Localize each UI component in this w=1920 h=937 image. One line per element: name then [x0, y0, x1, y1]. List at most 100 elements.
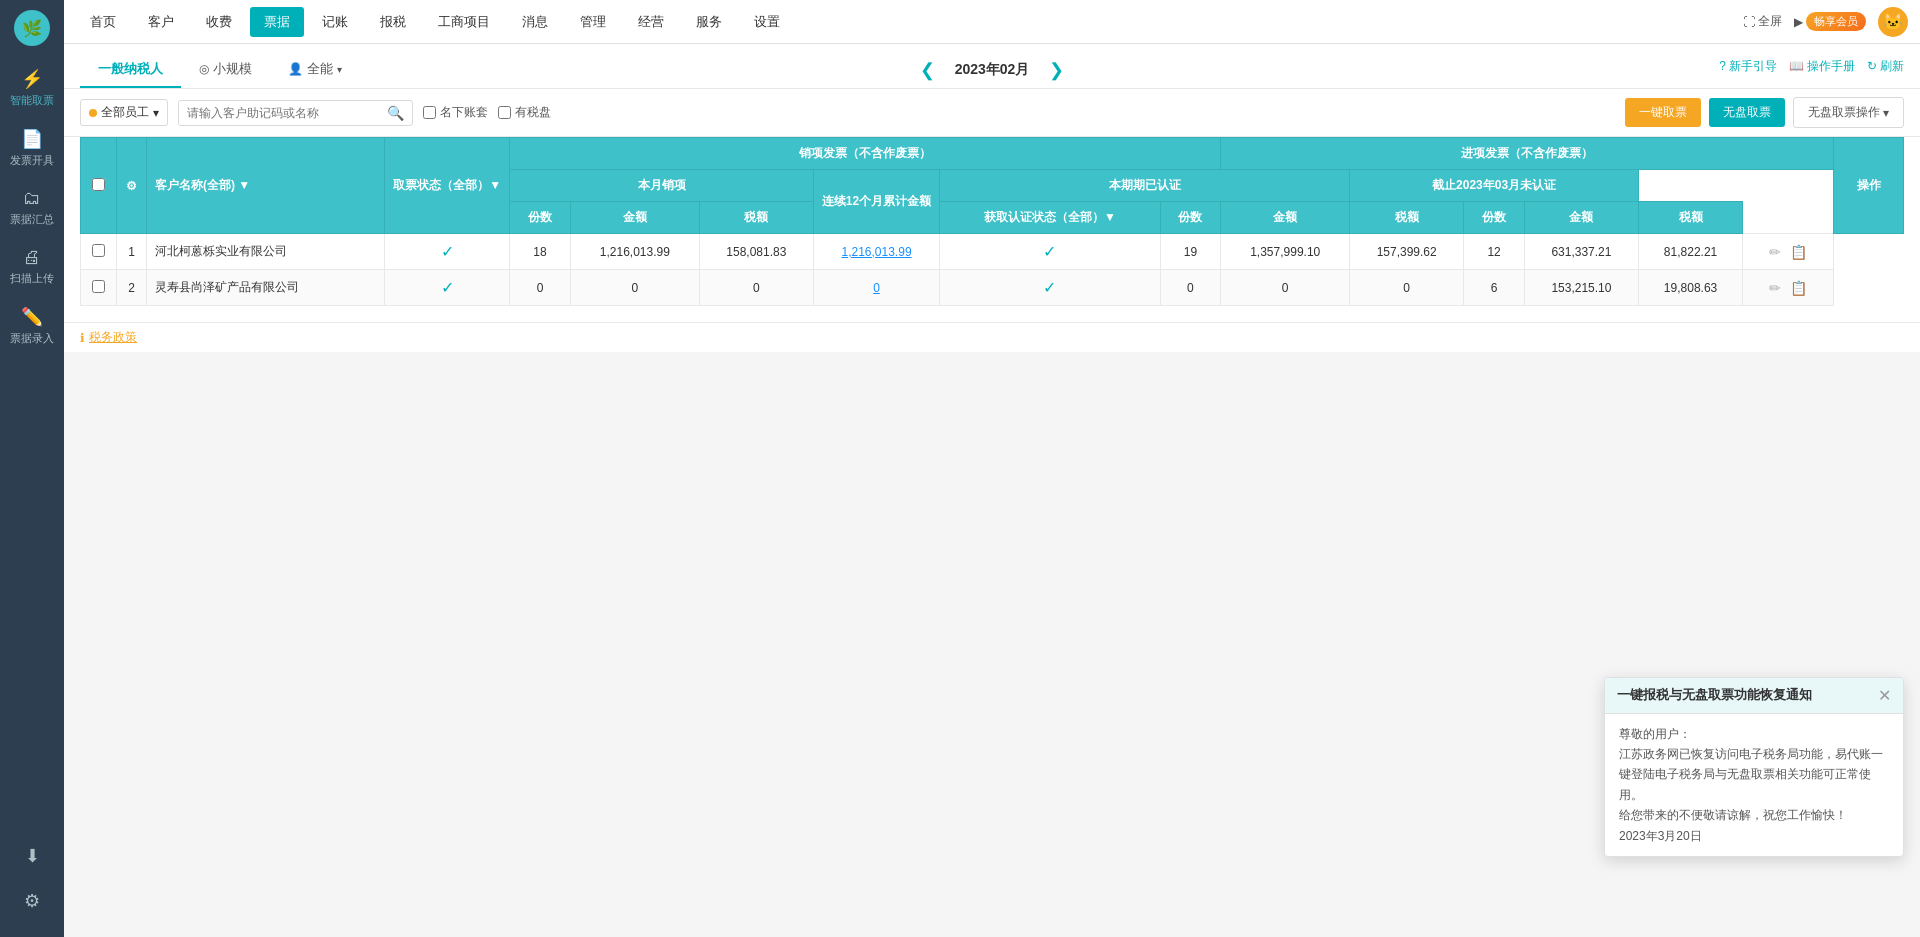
fullscreen-btn[interactable]: ⛶ 全屏: [1743, 13, 1782, 30]
all-icon: 👤: [288, 62, 303, 76]
sidebar-item-data-entry[interactable]: ✏️ 票据录入: [0, 296, 64, 356]
th-uncert-count: 份数: [1464, 202, 1525, 234]
td-purchase-count: 19: [1160, 234, 1221, 270]
td-cert-status: ✓: [940, 270, 1160, 306]
tab-general-taxpayer[interactable]: 一般纳税人: [80, 52, 181, 88]
topnav-customers[interactable]: 客户: [134, 7, 188, 37]
period-nav: ❮ 2023年02月 ❯: [914, 59, 1071, 81]
td-actions: ✏ 📋: [1743, 234, 1834, 270]
th-monthly-sales: 本月销项: [510, 170, 814, 202]
sidebar-item-issue-invoice[interactable]: 📄 发票开具: [0, 118, 64, 178]
th-purchase-tax: 税额: [1350, 202, 1464, 234]
topnav-collections[interactable]: 收费: [192, 7, 246, 37]
small-scale-icon: ◎: [199, 62, 209, 76]
checkbox-taxdisk[interactable]: 有税盘: [498, 104, 551, 121]
new-guide-btn[interactable]: ? 新手引导: [1719, 58, 1777, 75]
th-actions: 操作: [1834, 138, 1904, 234]
td-purchase-amount: 0: [1221, 270, 1350, 306]
checkbox-subledger[interactable]: 名下账套: [423, 104, 488, 121]
period-label: 2023年02月: [955, 61, 1030, 79]
search-input[interactable]: [179, 102, 379, 124]
td-uncert-amount: 153,215.10: [1524, 270, 1638, 306]
th-uncert-tax: 税额: [1638, 202, 1742, 234]
topnav-messages[interactable]: 消息: [508, 7, 562, 37]
table-wrap: ⚙ 客户名称(全部) ▼ 取票状态（全部）▼ 销项发票（不含作废票） 进项发票（…: [64, 137, 1920, 322]
th-uncert-amount: 金额: [1524, 202, 1638, 234]
sidebar-item-smart-fetch[interactable]: ⚡ 智能取票: [0, 58, 64, 118]
view-icon[interactable]: 📋: [1790, 280, 1807, 296]
td-index: 2: [117, 270, 147, 306]
th-sale-amount: 金额: [570, 202, 699, 234]
th-group-purchase: 进项发票（不含作废票）: [1221, 138, 1834, 170]
td-sale-count: 18: [510, 234, 571, 270]
btn-no-disk-ops[interactable]: 无盘取票操作 ▾: [1793, 97, 1904, 128]
sidebar-item-download[interactable]: ⬇: [0, 835, 64, 880]
th-checkbox: [81, 138, 117, 234]
topnav-business[interactable]: 工商项目: [424, 7, 504, 37]
manual-btn[interactable]: 📖 操作手册: [1789, 58, 1855, 75]
user-avatar[interactable]: 🐱: [1878, 7, 1908, 37]
tax-policy-icon: ℹ: [80, 331, 85, 345]
topnav-settings[interactable]: 设置: [740, 7, 794, 37]
td-purchase-amount: 1,357,999.10: [1221, 234, 1350, 270]
tab-small-scale[interactable]: ◎ 小规模: [181, 52, 270, 88]
edit-icon[interactable]: ✏: [1769, 244, 1781, 260]
select-all-checkbox[interactable]: [92, 178, 105, 191]
topnav-items: 首页 客户 收费 票据 记账 报税 工商项目 消息 管理 经营 服务 设置: [76, 7, 1743, 37]
taxdisk-checkbox[interactable]: [498, 106, 511, 119]
td-sale-amount: 0: [570, 270, 699, 306]
btn-fetch-all[interactable]: 一键取票: [1625, 98, 1701, 127]
main-table: ⚙ 客户名称(全部) ▼ 取票状态（全部）▼ 销项发票（不含作废票） 进项发票（…: [80, 137, 1904, 306]
td-sale-amount: 1,216,013.99: [570, 234, 699, 270]
sidebar-bottom: ⬇ ⚙: [0, 835, 64, 937]
cumulative-link[interactable]: 1,216,013.99: [841, 245, 911, 259]
cumulative-link[interactable]: 0: [873, 281, 880, 295]
search-button[interactable]: 🔍: [379, 101, 412, 125]
tab-dropdown-icon: ▾: [337, 64, 342, 75]
btn-no-disk-fetch[interactable]: 无盘取票: [1709, 98, 1785, 127]
row-checkbox[interactable]: [92, 244, 105, 257]
employee-label: 全部员工: [101, 104, 149, 121]
topnav-management[interactable]: 管理: [566, 7, 620, 37]
th-cumulative: 连续12个月累计金额: [813, 170, 939, 234]
period-prev-btn[interactable]: ❮: [914, 59, 941, 81]
th-purchase-count: 份数: [1160, 202, 1221, 234]
period-next-btn[interactable]: ❯: [1043, 59, 1070, 81]
tab-bar-right: ? 新手引导 📖 操作手册 ↻ 刷新: [1719, 58, 1904, 83]
td-checkbox: [81, 234, 117, 270]
vip-btn[interactable]: ▶ 畅享会员: [1794, 12, 1866, 31]
view-icon[interactable]: 📋: [1790, 244, 1807, 260]
td-uncert-count: 12: [1464, 234, 1525, 270]
th-cert-status: 获取认证状态（全部）▼: [940, 202, 1160, 234]
search-box: 🔍: [178, 100, 413, 126]
edit-icon[interactable]: ✏: [1769, 280, 1781, 296]
notification-close-btn[interactable]: ✕: [1878, 686, 1891, 705]
td-purchase-tax: 0: [1350, 270, 1464, 306]
sidebar-item-scan-upload[interactable]: 🖨 扫描上传: [0, 237, 64, 296]
tax-policy-label[interactable]: 税务政策: [89, 329, 137, 346]
td-cert-status: ✓: [940, 234, 1160, 270]
td-sale-count: 0: [510, 270, 571, 306]
td-purchase-count: 0: [1160, 270, 1221, 306]
employee-dropdown-icon: ▾: [153, 106, 159, 120]
row-checkbox[interactable]: [92, 280, 105, 293]
th-purchase-amount: 金额: [1221, 202, 1350, 234]
employee-select[interactable]: 全部员工 ▾: [80, 99, 168, 126]
refresh-btn[interactable]: ↻ 刷新: [1867, 58, 1904, 75]
topnav-services[interactable]: 服务: [682, 7, 736, 37]
data-entry-icon: ✏️: [21, 306, 43, 328]
subledger-checkbox[interactable]: [423, 106, 436, 119]
toolbar: 全部员工 ▾ 🔍 名下账套 有税盘 一键取票 无盘取票 无盘取票操作 ▾: [64, 89, 1920, 137]
topnav-accounting[interactable]: 记账: [308, 7, 362, 37]
topnav-right: ⛶ 全屏 ▶ 畅享会员 🐱: [1743, 7, 1908, 37]
sidebar-item-invoice-summary[interactable]: 🗂 票据汇总: [0, 178, 64, 237]
toolbar-right: 一键取票 无盘取票 无盘取票操作 ▾: [1625, 97, 1904, 128]
sidebar-item-settings2[interactable]: ⚙: [0, 880, 64, 925]
topnav-tax[interactable]: 报税: [366, 7, 420, 37]
topnav-operations[interactable]: 经营: [624, 7, 678, 37]
tab-all[interactable]: 👤 全能 ▾: [270, 52, 360, 88]
th-customer: 客户名称(全部) ▼: [147, 138, 385, 234]
topnav-home[interactable]: 首页: [76, 7, 130, 37]
th-unrecognized: 截止2023年03月未认证: [1350, 170, 1639, 202]
topnav-invoices[interactable]: 票据: [250, 7, 304, 37]
